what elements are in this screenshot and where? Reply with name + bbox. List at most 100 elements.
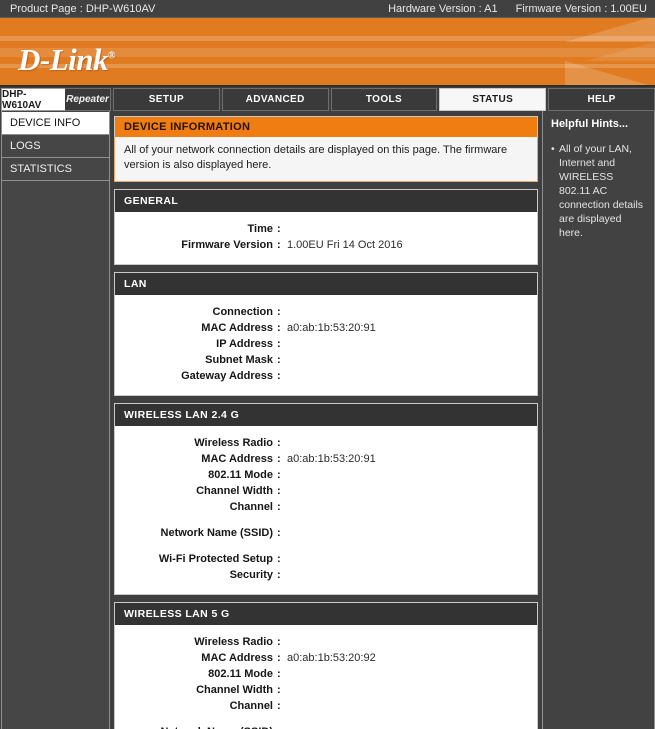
info-row-value: a0:ab:1b:53:20:91 — [287, 453, 376, 465]
hint-item: All of your LAN, Internet and WIRELESS 8… — [551, 142, 647, 240]
tab-tools[interactable]: TOOLS — [330, 88, 438, 111]
info-row-label: Channel — [229, 700, 273, 712]
info-row-label: Network Name (SSID) — [115, 724, 277, 729]
info-row-colon: : — [277, 223, 281, 235]
helpful-hints-panel: Helpful Hints... All of your LAN, Intern… — [542, 111, 655, 729]
section-body: Time: Firmware Version:1.00EU Fri 14 Oct … — [114, 212, 538, 265]
page-description: All of your network connection details a… — [114, 137, 538, 182]
info-row-colon: : — [277, 636, 281, 648]
info-row: Network Name (SSID): — [115, 525, 537, 541]
row-spacer — [115, 541, 537, 551]
info-row: Wi-Fi Protected Setup: — [115, 551, 537, 567]
section-title: GENERAL — [114, 189, 538, 212]
info-row-label: Wireless Radio — [194, 437, 273, 449]
info-row-value — [286, 698, 537, 714]
info-row: IP Address: — [115, 336, 537, 352]
info-row-label: 802.11 Mode — [208, 469, 273, 481]
info-row: Channel Width: — [115, 483, 537, 499]
info-row-value — [286, 525, 537, 541]
info-row: Firmware Version:1.00EU Fri 14 Oct 2016 — [115, 237, 537, 253]
main-content: DEVICE INFORMATION All of your network c… — [110, 111, 542, 729]
info-row-label: IP Address — [216, 338, 273, 350]
section-body: Wireless Radio: MAC Address: a0:ab:1b:53:2… — [114, 426, 538, 595]
info-row: Connection: — [115, 304, 537, 320]
hints-list: All of your LAN, Internet and WIRELESS 8… — [551, 142, 647, 240]
firmware-version-label: Firmware Version : 1.00EU — [515, 2, 647, 15]
row-spacer — [115, 515, 537, 525]
info-row: 802.11 Mode: — [115, 666, 537, 682]
info-row-label: Subnet Mask — [205, 354, 273, 366]
info-row: Gateway Address: — [115, 368, 537, 384]
info-row-colon: : — [277, 453, 281, 465]
info-row-value — [286, 352, 537, 368]
tab-help[interactable]: HELP — [548, 88, 655, 111]
info-row-colon: : — [277, 354, 281, 366]
sidebar-item-statistics[interactable]: STATISTICS — [2, 158, 109, 181]
info-row-label: MAC Address — [201, 652, 273, 664]
page-title: DEVICE INFORMATION — [114, 116, 538, 137]
info-row-label: Wi-Fi Protected Setup — [158, 553, 273, 565]
info-row-value — [286, 499, 537, 515]
info-row-value — [286, 467, 537, 483]
info-row-value — [286, 304, 537, 320]
tab-advanced[interactable]: ADVANCED — [221, 88, 329, 111]
brand-banner: D-Link® — [0, 18, 655, 87]
device-identity-tab: DHP-W610AV Repeater — [1, 88, 111, 111]
info-row: Channel: — [115, 698, 537, 714]
info-row-label: Security — [229, 569, 273, 581]
info-row-value — [286, 435, 537, 451]
row-spacer — [115, 714, 537, 724]
info-row-value — [286, 724, 537, 729]
product-page-label: Product Page : DHP-W610AV — [10, 2, 156, 15]
info-row-label: Connection — [212, 306, 274, 318]
product-info-bar: Product Page : DHP-W610AV Hardware Versi… — [0, 0, 655, 18]
info-row-value: a0:ab:1b:53:20:92 — [287, 652, 376, 664]
info-row: 802.11 Mode: — [115, 467, 537, 483]
info-row: Channel: — [115, 499, 537, 515]
info-row-colon: : — [277, 684, 281, 696]
tab-status[interactable]: STATUS — [439, 88, 547, 111]
info-row-value: 1.00EU Fri 14 Oct 2016 — [287, 239, 403, 251]
info-row-colon: : — [277, 306, 281, 318]
info-row-label: Gateway Address — [181, 370, 273, 382]
info-row-colon: : — [277, 527, 281, 539]
section-title: WIRELESS LAN 2.4 G — [114, 403, 538, 426]
info-row-value — [286, 634, 537, 650]
info-row-colon: : — [277, 700, 281, 712]
info-row-value — [286, 551, 537, 567]
sidebar-item-device-info[interactable]: DEVICE INFO — [2, 112, 109, 135]
hardware-version-label: Hardware Version : A1 — [388, 2, 498, 15]
info-row-value — [286, 336, 537, 352]
info-row-label: MAC Address — [201, 322, 273, 334]
sidebar: DEVICE INFO LOGS STATISTICS — [1, 111, 110, 729]
info-row-label: Time — [247, 223, 273, 235]
info-row: Time: — [115, 221, 537, 237]
info-row-value — [286, 567, 537, 583]
main-nav-tabbar: DHP-W610AV Repeater SETUP ADVANCED TOOLS… — [0, 87, 655, 111]
info-row-colon: : — [277, 239, 281, 251]
info-row-label: MAC Address — [201, 453, 273, 465]
sidebar-item-logs[interactable]: LOGS — [2, 135, 109, 158]
info-row-label: Wireless Radio — [194, 636, 273, 648]
info-row: Subnet Mask: — [115, 352, 537, 368]
tab-setup[interactable]: SETUP — [113, 88, 220, 111]
info-row: MAC Address: a0:ab:1b:53:20:91 — [115, 320, 537, 336]
fan-blade — [565, 18, 655, 42]
hints-title: Helpful Hints... — [551, 118, 628, 130]
info-row: Security: — [115, 567, 537, 583]
info-row-colon: : — [277, 469, 281, 481]
info-sections: GENERAL Time: Firmware Version:1.00EU Fri … — [114, 189, 538, 729]
info-section: GENERAL Time: Firmware Version:1.00EU Fri … — [114, 189, 538, 265]
section-body: Connection: MAC Address: a0:ab:1b:53:20:91… — [114, 295, 538, 396]
section-title: WIRELESS LAN 5 G — [114, 602, 538, 625]
page-body: DEVICE INFO LOGS STATISTICS DEVICE INFOR… — [0, 111, 655, 729]
info-row-label: Channel — [229, 501, 273, 513]
info-row-value — [286, 368, 537, 384]
info-row-colon: : — [277, 370, 281, 382]
info-row-label: Network Name (SSID) — [160, 527, 273, 539]
info-section: WIRELESS LAN 2.4 G Wireless Radio: MAC Add… — [114, 403, 538, 595]
info-row-colon: : — [277, 485, 281, 497]
fan-blade — [565, 61, 655, 85]
info-row-colon: : — [277, 724, 286, 729]
info-row-value — [286, 483, 537, 499]
